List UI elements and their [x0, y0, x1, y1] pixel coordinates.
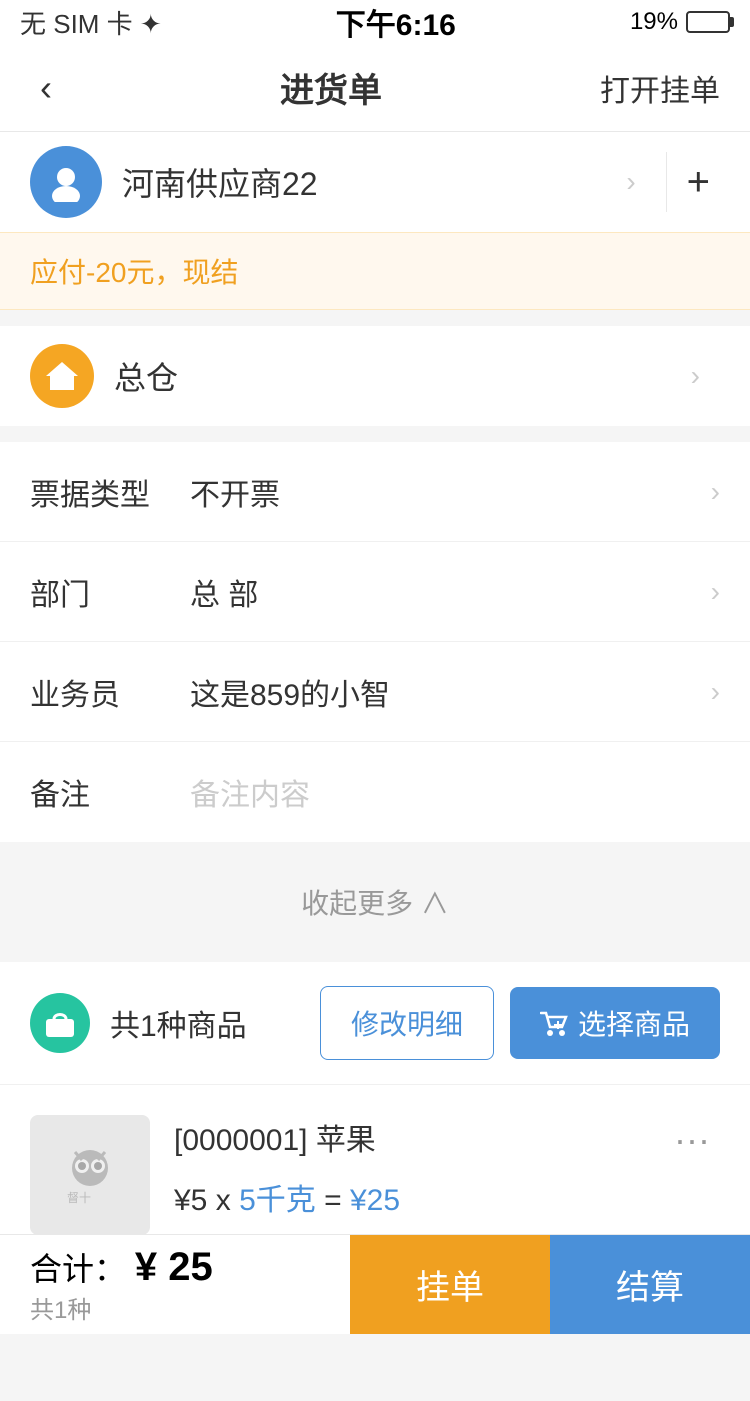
total-label: 合计： — [30, 1251, 126, 1287]
bag-icon — [42, 1005, 78, 1041]
cart-icon — [540, 1009, 568, 1037]
multiply-sign: x — [216, 1184, 239, 1217]
quantity: 5千克 — [239, 1184, 316, 1217]
open-suspend-button[interactable]: 打开挂单 — [600, 66, 720, 110]
product-count-icon — [30, 993, 90, 1053]
checkout-button[interactable]: 结算 — [550, 1235, 750, 1334]
collapse-button[interactable]: 收起更多 ∧ — [0, 858, 750, 946]
user-icon — [46, 162, 86, 202]
select-product-label: 选择商品 — [578, 1003, 690, 1043]
supplier-name: 河南供应商22 — [122, 159, 626, 205]
remark-input[interactable]: 备注内容 — [170, 770, 720, 814]
product-info: [0000001] 苹果 ¥5 x 5千克 = ¥25 — [174, 1115, 664, 1219]
suspend-button[interactable]: 挂单 — [350, 1235, 550, 1334]
product-more-button[interactable]: ··· — [664, 1115, 720, 1165]
sales-chevron-icon: › — [711, 676, 720, 708]
dept-value: 总 部 — [170, 570, 711, 614]
dept-row[interactable]: 部门 总 部 › — [0, 542, 750, 642]
warehouse-row[interactable]: 总仓 › — [0, 326, 750, 426]
remark-row[interactable]: 备注 备注内容 — [0, 742, 750, 842]
sales-row[interactable]: 业务员 这是859的小智 › — [0, 642, 750, 742]
total-section: 合计： ¥ 25 共1种 — [0, 1235, 350, 1334]
total-amount: ¥ 25 — [135, 1245, 213, 1289]
product-thumbnail: 督十 — [30, 1115, 150, 1235]
select-product-button[interactable]: 选择商品 — [510, 987, 720, 1059]
supplier-section: 河南供应商22 › + 应付-20元，现结 — [0, 132, 750, 310]
dept-label: 部门 — [30, 570, 170, 614]
supplier-chevron-icon: › — [626, 166, 635, 198]
product-name: [0000001] 苹果 — [174, 1115, 664, 1159]
battery-area: 19% — [630, 8, 730, 36]
status-bar: 无 SIM 卡 ✦ 下午6:16 19% — [0, 0, 750, 44]
page-title: 进货单 — [280, 63, 382, 112]
product-section: 共1种商品 修改明细 选择商品 督十 — [0, 962, 750, 1265]
svg-text:督十: 督十 — [67, 1190, 91, 1205]
total-count: 共1种 — [30, 1290, 320, 1325]
battery-icon — [686, 11, 730, 33]
owl-logo-icon: 督十 — [55, 1140, 125, 1210]
warehouse-name: 总仓 — [114, 353, 691, 399]
home-icon — [44, 358, 80, 394]
form-section: 票据类型 不开票 › 部门 总 部 › 业务员 这是859的小智 › 备注 备注… — [0, 442, 750, 842]
invoice-label: 票据类型 — [30, 470, 170, 514]
invoice-chevron-icon: › — [711, 476, 720, 508]
remark-label: 备注 — [30, 770, 170, 814]
sales-value: 这是859的小智 — [170, 670, 711, 714]
product-count-text: 共1种商品 — [110, 1001, 320, 1045]
add-button[interactable]: + — [677, 150, 720, 215]
product-code: [0000001] — [174, 1124, 307, 1157]
supplier-avatar — [30, 146, 102, 218]
equals-sign: = — [324, 1184, 350, 1217]
product-header: 共1种商品 修改明细 选择商品 — [0, 962, 750, 1085]
warehouse-icon — [30, 344, 94, 408]
edit-detail-button[interactable]: 修改明细 — [320, 986, 494, 1060]
invoice-row[interactable]: 票据类型 不开票 › — [0, 442, 750, 542]
total-line: 合计： ¥ 25 — [30, 1244, 320, 1290]
back-button[interactable]: ‹ — [30, 57, 62, 119]
product-title: 苹果 — [316, 1124, 376, 1157]
dept-chevron-icon: › — [711, 576, 720, 608]
line-total: ¥25 — [350, 1184, 400, 1217]
warehouse-chevron-icon: › — [691, 360, 700, 392]
invoice-value: 不开票 — [170, 470, 711, 514]
vertical-divider — [666, 152, 667, 212]
product-price: ¥5 x 5千克 = ¥25 — [174, 1175, 664, 1219]
nav-bar: ‹ 进货单 打开挂单 — [0, 44, 750, 132]
warning-banner: 应付-20元，现结 — [0, 232, 750, 310]
time-text: 下午6:16 — [336, 0, 456, 44]
warehouse-section: 总仓 › — [0, 326, 750, 426]
sales-label: 业务员 — [30, 670, 170, 714]
unit-price: ¥5 — [174, 1184, 207, 1217]
carrier-text: 无 SIM 卡 ✦ — [20, 4, 162, 41]
supplier-row[interactable]: 河南供应商22 › + — [0, 132, 750, 232]
battery-percent: 19% — [630, 8, 678, 36]
bottom-bar: 合计： ¥ 25 共1种 挂单 结算 — [0, 1234, 750, 1334]
